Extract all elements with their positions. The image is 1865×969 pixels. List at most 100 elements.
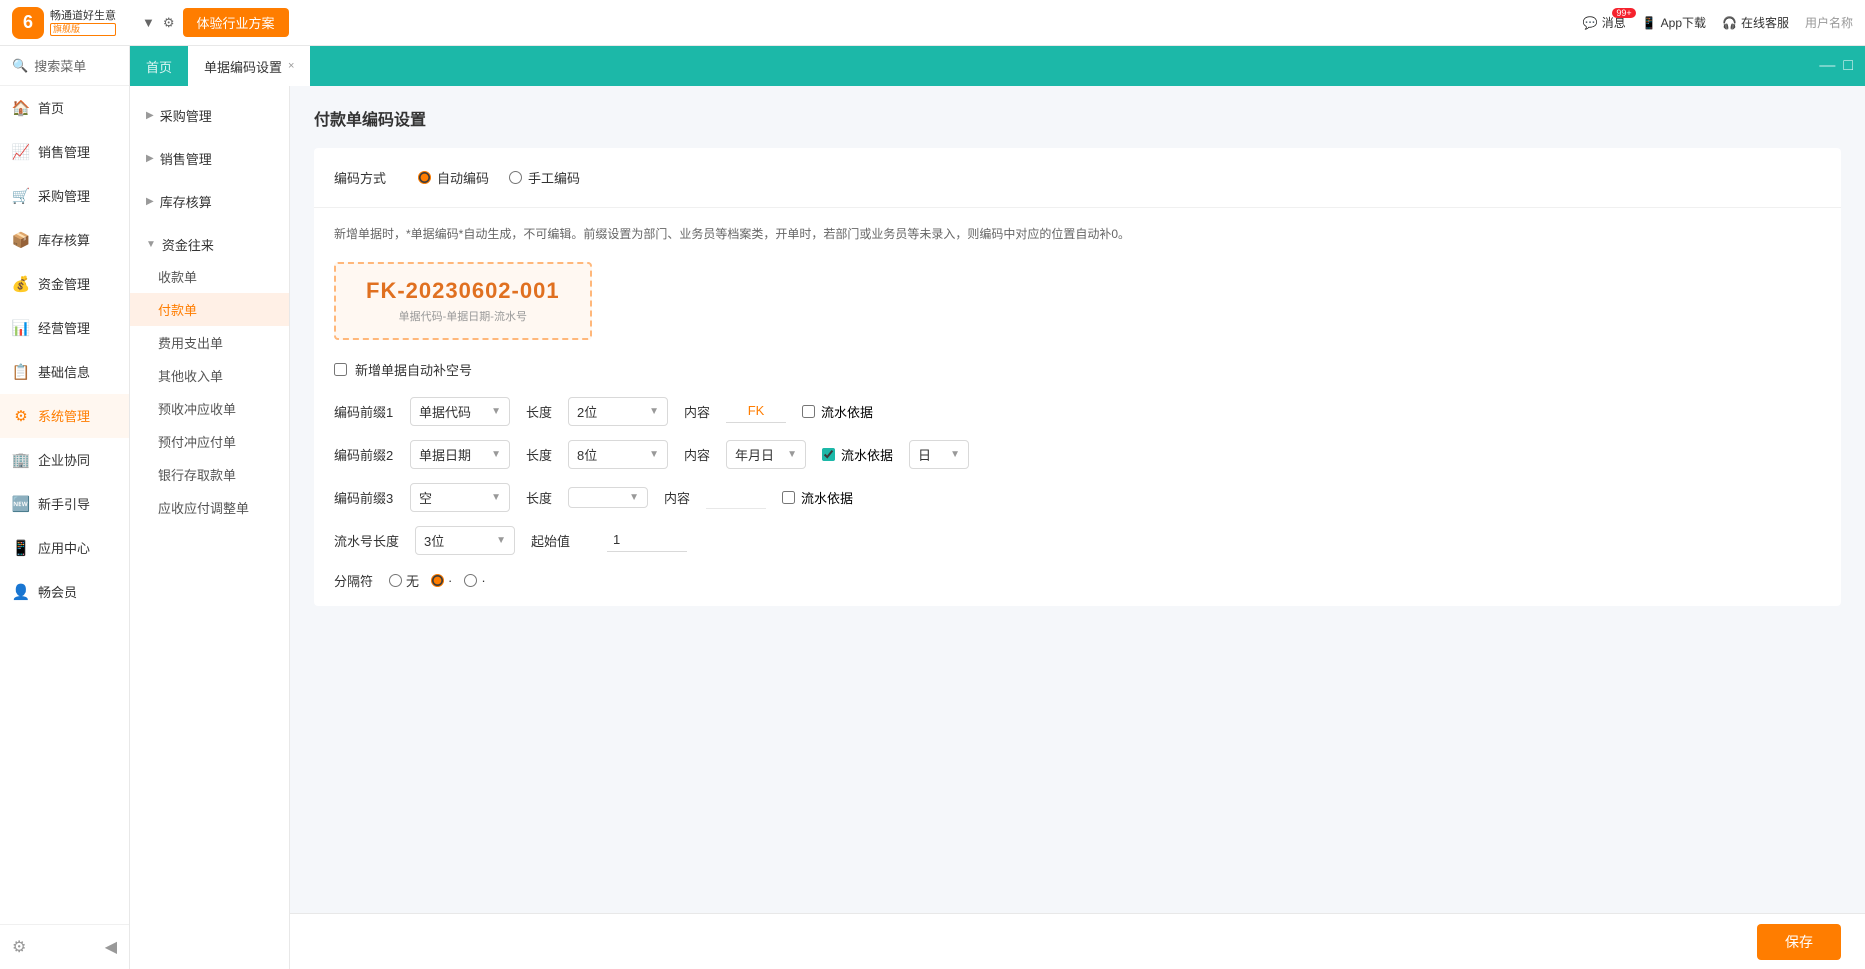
download-icon: 📱	[1642, 16, 1657, 30]
sep-radio-dot[interactable]: ·	[464, 573, 485, 588]
home-icon: 🏠	[12, 99, 30, 117]
window-minimize-btn[interactable]: —	[1819, 57, 1835, 75]
length2-select[interactable]: 8位 ▼	[568, 440, 668, 469]
settings-btn[interactable]: ⚙	[163, 15, 175, 31]
prefix1-select[interactable]: 单据代码 ▼	[410, 397, 510, 426]
sep-none-input[interactable]	[389, 574, 402, 587]
page-body: 付款单编码设置 编码方式 自动编码	[290, 86, 1865, 913]
logo-text: 畅通道好生意 旗舰版	[50, 9, 116, 37]
sidebar-item-guide[interactable]: 🆕 新手引导	[0, 482, 129, 526]
sidebar-item-appstore[interactable]: 📱 应用中心	[0, 526, 129, 570]
serial2-checkbox[interactable]: 流水依据	[822, 445, 893, 464]
serial3-checkbox[interactable]: 流水依据	[782, 488, 853, 507]
sidebar-search[interactable]: 🔍 搜索菜单	[0, 46, 129, 86]
system-icon: ⚙	[12, 407, 30, 425]
tab-home[interactable]: 首页	[130, 46, 188, 86]
second-sidebar: ▶ 采购管理 ▶ 销售管理 ▶ 库存核算	[130, 86, 290, 969]
auto-fill-row: 新增单据自动补空号	[334, 360, 1821, 379]
encode-method-row: 编码方式 自动编码 手工编码	[334, 158, 1821, 197]
sidebar-item-sales[interactable]: 📈 销售管理	[0, 130, 129, 174]
radio-auto-input[interactable]	[418, 171, 431, 184]
sep-dot-input[interactable]	[464, 574, 477, 587]
sec-item-income[interactable]: 其他收入单	[130, 359, 289, 392]
length3-select[interactable]: ▼	[568, 487, 648, 508]
serial2-unit-select[interactable]: 日 ▼	[909, 440, 969, 469]
member-icon: 👤	[12, 583, 30, 601]
serial2-checkbox-input[interactable]	[822, 448, 835, 461]
content1-input[interactable]	[726, 399, 786, 423]
footer-gear-btn[interactable]: ⚙	[12, 937, 26, 957]
sec-item-payment[interactable]: 付款单	[130, 293, 289, 326]
start-value-input[interactable]	[607, 528, 687, 552]
sec-header-purchase[interactable]: ▶ 采购管理	[130, 100, 289, 131]
length2-label: 长度	[526, 445, 552, 464]
window-maximize-btn[interactable]: □	[1843, 57, 1853, 75]
sec-header-sales[interactable]: ▶ 销售管理	[130, 143, 289, 174]
settings-section: 新增单据时，*单据编码*自动生成，不可编辑。前缀设置为部门、业务员等档案类，开单…	[314, 208, 1841, 606]
sec-item-prepay-pay[interactable]: 预付冲应付单	[130, 425, 289, 458]
sec-item-prepay-receive[interactable]: 预收冲应收单	[130, 392, 289, 425]
nav-dropdown-btn[interactable]: ▼	[142, 15, 155, 30]
sidebar-item-home[interactable]: 🏠 首页	[0, 86, 129, 130]
auto-fill-label[interactable]: 新增单据自动补空号	[355, 360, 472, 379]
user-area[interactable]: 用户名称	[1805, 14, 1853, 31]
sidebar-item-inventory[interactable]: 📦 库存核算	[0, 218, 129, 262]
sep-dash-symbol: ·	[448, 573, 452, 588]
prefix2-select[interactable]: 单据日期 ▼	[410, 440, 510, 469]
sidebar-item-base[interactable]: 📋 基础信息	[0, 350, 129, 394]
header-right: 💬 消息 99+ 📱 App下载 🎧 在线客服 用户名称	[1583, 14, 1853, 31]
online-service-area[interactable]: 🎧 在线客服	[1722, 14, 1789, 31]
app-download-area[interactable]: 📱 App下载	[1642, 14, 1706, 31]
logo-area: 6 畅通道好生意 旗舰版	[12, 7, 142, 39]
bottom-bar: 保存	[290, 913, 1865, 969]
sec-group-capital: ▼ 资金往来 收款单 付款单 费用支出单 其他收入单 预收冲应收单 预付冲应付单…	[130, 223, 289, 530]
tab-bar: 首页 单据编码设置 × — □	[130, 46, 1865, 86]
sec-item-expense[interactable]: 费用支出单	[130, 326, 289, 359]
serial-num-select[interactable]: 3位 ▼	[415, 526, 515, 555]
radio-manual[interactable]: 手工编码	[509, 168, 580, 187]
start-label: 起始值	[531, 531, 591, 550]
serial1-checkbox-input[interactable]	[802, 405, 815, 418]
sep-radio-none[interactable]: 无	[389, 571, 419, 590]
serial1-checkbox[interactable]: 流水依据	[802, 402, 873, 421]
sec-item-receipt[interactable]: 收款单	[130, 260, 289, 293]
sidebar-item-system[interactable]: ⚙ 系统管理	[0, 394, 129, 438]
radio-auto[interactable]: 自动编码	[418, 168, 489, 187]
sec-group-sales: ▶ 销售管理	[130, 137, 289, 180]
sidebar-item-corp[interactable]: 🏢 企业协同	[0, 438, 129, 482]
sidebar-item-purchase[interactable]: 🛒 采购管理	[0, 174, 129, 218]
length3-label: 长度	[526, 488, 552, 507]
sec-item-bank[interactable]: 银行存取款单	[130, 458, 289, 491]
sidebar-item-operation[interactable]: 📊 经营管理	[0, 306, 129, 350]
content3-input[interactable]	[706, 485, 766, 509]
industry-btn[interactable]: 体验行业方案	[183, 8, 289, 37]
sidebar-item-member[interactable]: 👤 畅会员	[0, 570, 129, 614]
sidebar-collapse-btn[interactable]: ◀	[105, 937, 117, 957]
save-button[interactable]: 保存	[1757, 924, 1841, 960]
message-area[interactable]: 💬 消息 99+	[1583, 14, 1626, 31]
logo-icon: 6	[12, 7, 44, 39]
content2-select[interactable]: 年月日 ▼	[726, 440, 806, 469]
sep-radio-dash[interactable]: ·	[431, 573, 452, 588]
tab-encode-close[interactable]: ×	[288, 60, 294, 72]
operation-icon: 📊	[12, 319, 30, 337]
prefix3-select[interactable]: 空 ▼	[410, 483, 510, 512]
content3-label: 内容	[664, 488, 690, 507]
sep-dash-input[interactable]	[431, 574, 444, 587]
length1-select[interactable]: 2位 ▼	[568, 397, 668, 426]
prefix3-label: 编码前缀3	[334, 488, 394, 507]
auto-fill-checkbox[interactable]	[334, 363, 347, 376]
sidebar-item-finance[interactable]: 💰 资金管理	[0, 262, 129, 306]
tab-encode[interactable]: 单据编码设置 ×	[188, 46, 310, 86]
search-icon: 🔍	[12, 58, 28, 74]
prefix1-arrow-icon: ▼	[491, 406, 501, 417]
encode-radio-group: 自动编码 手工编码	[418, 168, 580, 187]
sec-header-inventory[interactable]: ▶ 库存核算	[130, 186, 289, 217]
corp-icon: 🏢	[12, 451, 30, 469]
radio-manual-input[interactable]	[509, 171, 522, 184]
code-preview-box: FK-20230602-001 单据代码-单据日期-流水号	[334, 262, 592, 340]
sec-header-capital[interactable]: ▼ 资金往来	[130, 229, 289, 260]
sec-item-adjust[interactable]: 应收应付调整单	[130, 491, 289, 524]
serial3-checkbox-input[interactable]	[782, 491, 795, 504]
prefix2-arrow-icon: ▼	[491, 449, 501, 460]
